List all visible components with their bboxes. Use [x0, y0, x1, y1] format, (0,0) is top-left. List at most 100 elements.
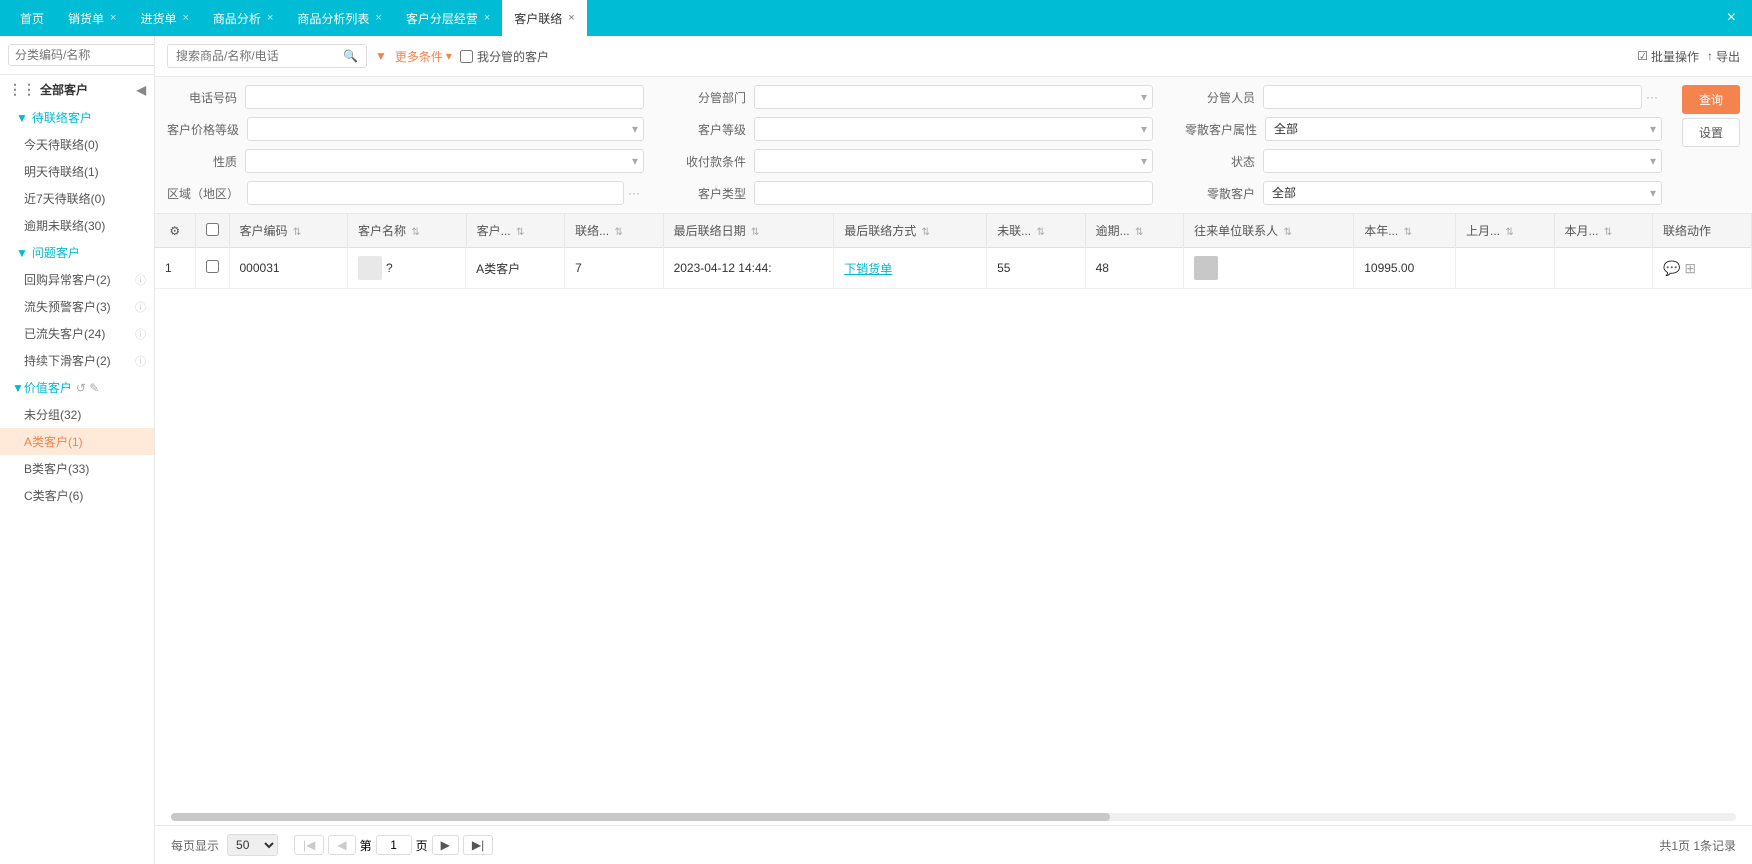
filter-status-select[interactable]: [1263, 149, 1662, 173]
next-page-btn[interactable]: ▶: [432, 835, 459, 855]
row-uncontacted: 55: [987, 248, 1085, 289]
filter-nature-select[interactable]: [245, 149, 644, 173]
export-btn[interactable]: ↑ 导出: [1707, 48, 1740, 65]
header-actions: ☑ 批量操作 ↑ 导出: [1637, 48, 1740, 65]
filter-customer-level-wrapper: ▾: [754, 117, 1153, 141]
nav-sales-order[interactable]: 销货单 ×: [56, 0, 128, 36]
info-icon-1: ⓘ: [135, 272, 146, 288]
filter-customer-level-select[interactable]: [754, 117, 1153, 141]
sidebar-item-b-class[interactable]: B类客户(33): [0, 455, 154, 482]
sidebar-item-overdue[interactable]: 逾期未联络(30): [0, 212, 154, 239]
filter-more-btn-2[interactable]: ···: [624, 186, 644, 200]
col-settings[interactable]: ⚙: [155, 214, 195, 248]
nav-product-analysis-list[interactable]: 商品分析列表 ×: [285, 0, 393, 36]
filter-search-input[interactable]: [176, 49, 343, 63]
sort-icon-last-date: ⇅: [751, 227, 759, 238]
sort-icon-overdue: ⇅: [1135, 227, 1143, 238]
close-all-tabs[interactable]: ×: [1719, 9, 1744, 27]
col-overdue[interactable]: 逾期... ⇅: [1085, 214, 1183, 248]
row-select-checkbox[interactable]: [206, 260, 219, 273]
my-customers-checkbox[interactable]: [460, 50, 473, 63]
col-this-year[interactable]: 本年... ⇅: [1354, 214, 1456, 248]
batch-op-btn[interactable]: ☑ 批量操作: [1637, 48, 1699, 65]
close-purchase-order[interactable]: ×: [182, 12, 188, 24]
filter-retail-customer-wrapper: 全部 ▾: [1263, 181, 1662, 205]
scrollbar-thumb[interactable]: [171, 813, 1110, 821]
total-records-label: 共1页 1条记录: [1659, 837, 1736, 854]
filter-region-input[interactable]: [247, 181, 624, 205]
sidebar-item-today[interactable]: 今天待联络(0): [0, 131, 154, 158]
per-page-select[interactable]: 50 100 200: [227, 834, 278, 856]
sidebar-item-a-class[interactable]: A类客户(1): [0, 428, 154, 455]
close-product-analysis-list[interactable]: ×: [375, 12, 381, 24]
col-last-method[interactable]: 最后联络方式 ⇅: [834, 214, 987, 248]
col-uncontacted[interactable]: 未联... ⇅: [987, 214, 1085, 248]
sort-icon-last-month: ⇅: [1505, 227, 1513, 238]
sidebar-item-tomorrow[interactable]: 明天待联络(1): [0, 158, 154, 185]
filter-retail-customer-select[interactable]: 全部: [1263, 181, 1662, 205]
value-customers-group[interactable]: ▼ 价值客户 ↺ ✎: [0, 374, 154, 401]
first-page-btn[interactable]: |◀: [294, 835, 324, 855]
filter-customer-type-input[interactable]: [754, 181, 1153, 205]
my-customers-label[interactable]: 我分管的客户: [460, 48, 549, 65]
filter-more-btn-1[interactable]: ···: [1642, 90, 1662, 104]
col-contact[interactable]: 联络... ⇅: [565, 214, 663, 248]
sidebar-item-churn-warning[interactable]: 流失预警客户(3) ⓘ: [0, 293, 154, 320]
filter-payment-select[interactable]: [754, 149, 1153, 173]
pagination-bar: 每页显示 50 100 200 |◀ ◀ 第 页 ▶ ▶| 共1页 1条记录: [155, 825, 1752, 864]
filter-search-icon[interactable]: 🔍: [343, 49, 358, 63]
row-grid-icon[interactable]: ⊞: [1684, 260, 1696, 277]
sidebar-all-customers[interactable]: ⋮⋮ 全部客户 ◀: [0, 75, 154, 104]
filter-department: 分管部门 ▾: [676, 85, 1153, 109]
row-chat-icon[interactable]: 💬: [1663, 260, 1680, 277]
row-this-year: 10995.00: [1354, 248, 1456, 289]
filter-price-level-select[interactable]: [247, 117, 644, 141]
filter-retail-attr-select[interactable]: 全部: [1265, 117, 1662, 141]
nav-product-analysis[interactable]: 商品分析 ×: [201, 0, 285, 36]
col-this-month[interactable]: 本月... ⇅: [1554, 214, 1652, 248]
filter-bar: 🔍 ▼ 更多条件 ▾ 我分管的客户 ☑ 批量操作 ↑: [155, 36, 1752, 77]
filter-department-select[interactable]: [754, 85, 1153, 109]
last-page-btn[interactable]: ▶|: [463, 835, 493, 855]
col-last-date[interactable]: 最后联络日期 ⇅: [663, 214, 834, 248]
select-all-checkbox[interactable]: [206, 223, 219, 236]
row-name[interactable]: ?: [348, 248, 466, 288]
close-customer-contact[interactable]: ×: [568, 12, 574, 24]
horizontal-scrollbar[interactable]: [155, 809, 1752, 825]
sidebar-item-churned[interactable]: 已流失客户(24) ⓘ: [0, 320, 154, 347]
pending-contact-group[interactable]: ▼ 待联络客户: [0, 104, 154, 131]
close-sales-order[interactable]: ×: [110, 12, 116, 24]
sidebar-item-declining[interactable]: 持续下滑客户(2) ⓘ: [0, 347, 154, 374]
sidebar-item-ungroup[interactable]: 未分组(32): [0, 401, 154, 428]
filter-action-buttons: 查询 设置: [1670, 85, 1740, 147]
filter-status: 状态 ▾: [1185, 149, 1662, 173]
export-icon: ↑: [1707, 49, 1713, 63]
sidebar-item-c-class[interactable]: C类客户(6): [0, 482, 154, 509]
filter-person-input[interactable]: [1263, 85, 1642, 109]
close-product-analysis[interactable]: ×: [267, 12, 273, 24]
col-type[interactable]: 客户... ⇅: [466, 214, 564, 248]
row-last-method[interactable]: 下销货单: [834, 248, 987, 289]
col-code[interactable]: 客户编码 ⇅: [229, 214, 348, 248]
more-conditions-btn[interactable]: 更多条件 ▾: [395, 48, 452, 65]
filter-phone-input[interactable]: [245, 85, 644, 109]
nav-purchase-order[interactable]: 进货单 ×: [128, 0, 200, 36]
sidebar-item-7days[interactable]: 近7天待联络(0): [0, 185, 154, 212]
nav-home[interactable]: 首页: [8, 0, 56, 36]
query-button[interactable]: 查询: [1682, 85, 1740, 114]
col-name[interactable]: 客户名称 ⇅: [348, 214, 467, 248]
value-group-actions: ↺ ✎: [76, 381, 99, 395]
sidebar-search-input[interactable]: [8, 44, 155, 66]
close-customer-segment[interactable]: ×: [484, 12, 490, 24]
col-contact-person[interactable]: 往来单位联系人 ⇅: [1184, 214, 1354, 248]
nav-customer-segment[interactable]: 客户分层经营 ×: [394, 0, 502, 36]
nav-customer-contact[interactable]: 客户联络 ×: [502, 0, 586, 36]
prev-page-btn[interactable]: ◀: [328, 835, 355, 855]
settings-button[interactable]: 设置: [1682, 118, 1740, 147]
sidebar-item-repurchase[interactable]: 回购异常客户(2) ⓘ: [0, 266, 154, 293]
problem-customers-group[interactable]: ▼ 问题客户: [0, 239, 154, 266]
col-last-month[interactable]: 上月... ⇅: [1456, 214, 1554, 248]
page-number-input[interactable]: [376, 835, 412, 855]
top-nav: 首页 销货单 × 进货单 × 商品分析 × 商品分析列表 × 客户分层经营 × …: [0, 0, 1752, 36]
filter-row-1: 电话号码 分管部门 ▾: [167, 85, 1662, 109]
